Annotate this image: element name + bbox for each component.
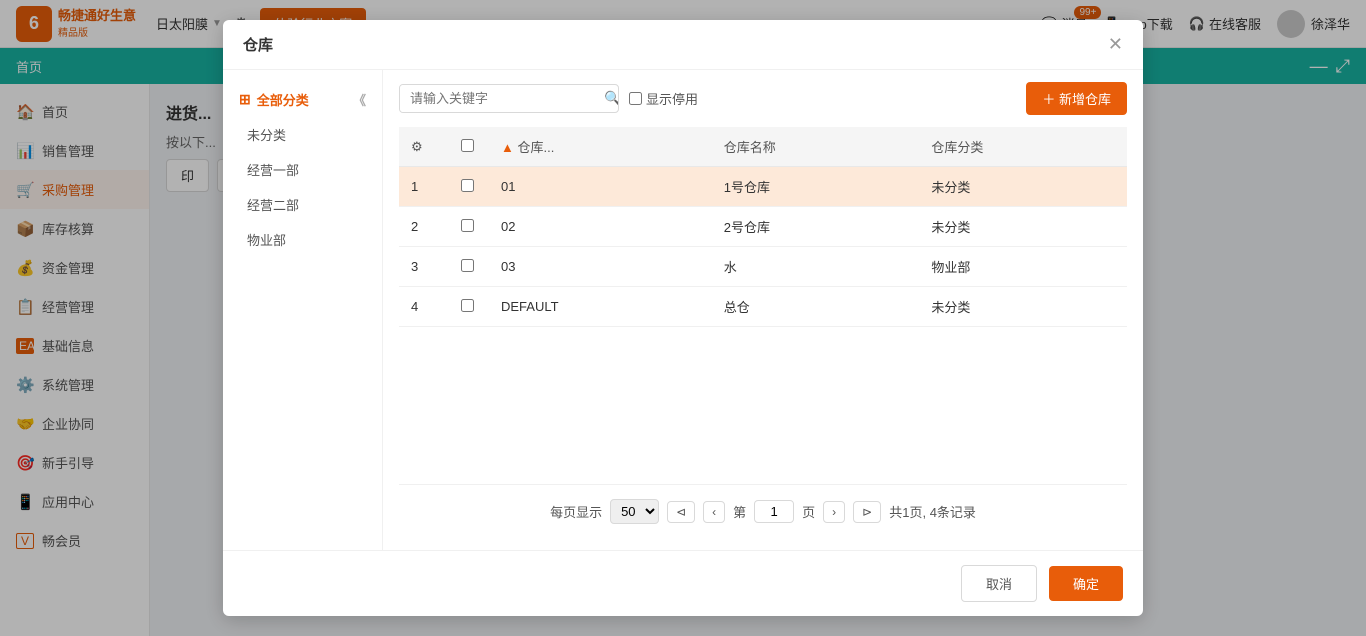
modal-title: 仓库 — [243, 34, 273, 55]
modal-toolbar-right: ＋ 新增仓库 — [1026, 82, 1127, 115]
row-code: 03 — [489, 247, 712, 287]
row-check — [449, 287, 489, 327]
row-category: 物业部 — [919, 247, 1127, 287]
collapse-icon: 《 — [353, 90, 366, 109]
page-input[interactable] — [754, 500, 794, 523]
modal-sidebar-item-property[interactable]: 物业部 — [223, 222, 382, 257]
cancel-button[interactable]: 取消 — [961, 565, 1037, 602]
show-disabled-checkbox-label[interactable]: 显示停用 — [629, 89, 698, 108]
modal-sidebar-item-dept1[interactable]: 经营一部 — [223, 152, 382, 187]
th-name: 仓库名称 — [712, 127, 920, 167]
modal-body: ⊞ 全部分类 《 未分类 经营一部 经营二部 物业部 🔍 — [223, 70, 1143, 550]
table-row[interactable]: 4 DEFAULT 总仓 未分类 — [399, 287, 1127, 327]
row-name: 1号仓库 — [712, 167, 920, 207]
table-wrapper: ⚙ ▲ 仓库... 仓库名称 仓库分类 — [399, 127, 1127, 484]
modal-header: 仓库 ✕ — [223, 20, 1143, 70]
row-code: DEFAULT — [489, 287, 712, 327]
row-category: 未分类 — [919, 287, 1127, 327]
th-category: 仓库分类 — [919, 127, 1127, 167]
page-unit: 页 — [802, 502, 815, 521]
row-num: 4 — [399, 287, 449, 327]
search-box: 🔍 — [399, 84, 619, 113]
row-num: 1 — [399, 167, 449, 207]
search-input[interactable] — [400, 85, 596, 112]
select-all-checkbox[interactable] — [461, 139, 474, 152]
table-body: 1 01 1号仓库 未分类 2 02 2号仓库 — [399, 167, 1127, 327]
th-num: ⚙ — [399, 127, 449, 167]
modal-close-button[interactable]: ✕ — [1108, 34, 1123, 55]
table-header-row: ⚙ ▲ 仓库... 仓库名称 仓库分类 — [399, 127, 1127, 167]
modal-sidebar-item-dept2[interactable]: 经营二部 — [223, 187, 382, 222]
all-categories-label: 全部分类 — [257, 90, 309, 109]
prev-page-button[interactable]: ‹ — [703, 501, 725, 523]
per-page-label: 每页显示 — [550, 502, 602, 521]
show-disabled-checkbox[interactable] — [629, 92, 642, 105]
table-row[interactable]: 2 02 2号仓库 未分类 — [399, 207, 1127, 247]
last-page-button[interactable]: ⊳ — [853, 501, 881, 523]
row-code: 01 — [489, 167, 712, 207]
row-num: 3 — [399, 247, 449, 287]
next-page-button[interactable]: › — [823, 501, 845, 523]
th-check — [449, 127, 489, 167]
per-page-select[interactable]: 50 — [610, 499, 659, 524]
modal-overlay: 仓库 ✕ ⊞ 全部分类 《 未分类 经营一部 经营二部 物业部 — [0, 0, 1366, 636]
first-page-button[interactable]: ⊲ — [667, 501, 695, 523]
warehouse-table: ⚙ ▲ 仓库... 仓库名称 仓库分类 — [399, 127, 1127, 327]
modal-content-area: 🔍 显示停用 ＋ 新增仓库 — [383, 70, 1143, 550]
grid-icon: ⊞ — [239, 91, 251, 108]
all-categories-item[interactable]: ⊞ 全部分类 《 — [223, 82, 382, 117]
total-label: 共1页, 4条记录 — [889, 502, 976, 521]
page-label: 第 — [733, 502, 746, 521]
modal-toolbar: 🔍 显示停用 ＋ 新增仓库 — [399, 82, 1127, 115]
show-disabled-label: 显示停用 — [646, 89, 698, 108]
pagination: 每页显示 50 ⊲ ‹ 第 页 › ⊳ 共1页, 4条记录 — [399, 484, 1127, 538]
row-name: 2号仓库 — [712, 207, 920, 247]
row-name: 总仓 — [712, 287, 920, 327]
row-num: 2 — [399, 207, 449, 247]
modal-sidebar-item-uncategorized[interactable]: 未分类 — [223, 117, 382, 152]
modal-footer: 取消 确定 — [223, 550, 1143, 616]
table-header: ⚙ ▲ 仓库... 仓库名称 仓库分类 — [399, 127, 1127, 167]
table-row[interactable]: 1 01 1号仓库 未分类 — [399, 167, 1127, 207]
settings-icon: ⚙ — [411, 139, 423, 154]
modal-sidebar: ⊞ 全部分类 《 未分类 经营一部 经营二部 物业部 — [223, 70, 383, 550]
row-name: 水 — [712, 247, 920, 287]
sort-icon-code: ▲ — [501, 140, 514, 155]
confirm-button[interactable]: 确定 — [1049, 566, 1123, 601]
table-row[interactable]: 3 03 水 物业部 — [399, 247, 1127, 287]
add-warehouse-button[interactable]: ＋ 新增仓库 — [1026, 82, 1127, 115]
warehouse-modal: 仓库 ✕ ⊞ 全部分类 《 未分类 经营一部 经营二部 物业部 — [223, 20, 1143, 616]
row-code: 02 — [489, 207, 712, 247]
search-button[interactable]: 🔍 — [596, 90, 619, 107]
row-check — [449, 207, 489, 247]
row-category: 未分类 — [919, 207, 1127, 247]
row-check — [449, 167, 489, 207]
row-category: 未分类 — [919, 167, 1127, 207]
th-code: ▲ 仓库... — [489, 127, 712, 167]
row-check — [449, 247, 489, 287]
